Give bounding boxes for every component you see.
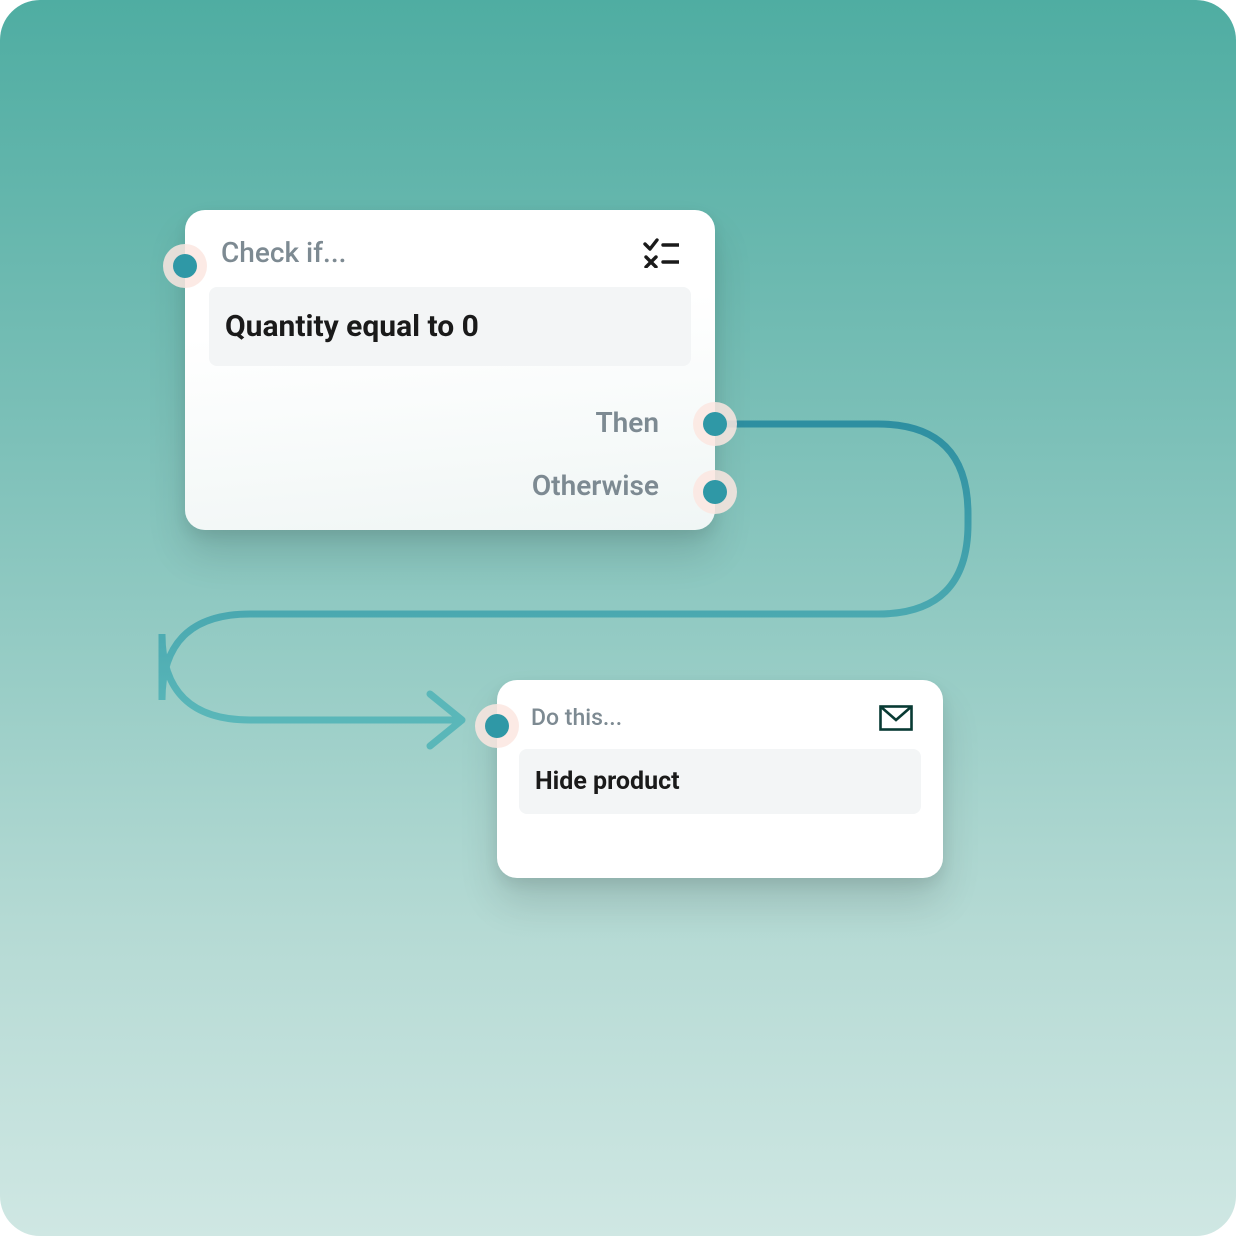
then-output-port[interactable] (693, 402, 737, 446)
checklist-icon (643, 238, 679, 268)
workflow-canvas[interactable]: Check if... Quantity equal to 0 Then Oth… (0, 0, 1236, 1236)
otherwise-output-port[interactable] (693, 470, 737, 514)
branch-labels: Then Otherwise (532, 406, 659, 502)
condition-header-label: Check if... (221, 236, 346, 269)
port-dot (485, 714, 509, 738)
action-input-port[interactable] (475, 704, 519, 748)
condition-header: Check if... (185, 210, 715, 279)
action-header-label: Do this... (531, 704, 622, 731)
flow-connector (0, 0, 1236, 1236)
action-node[interactable]: Do this... Hide product (497, 680, 943, 878)
branch-then-label: Then (595, 406, 659, 439)
port-dot (703, 480, 727, 504)
condition-input-port[interactable] (163, 244, 207, 288)
condition-node[interactable]: Check if... Quantity equal to 0 Then Oth… (185, 210, 715, 530)
port-dot (703, 412, 727, 436)
action-description[interactable]: Hide product (519, 749, 921, 814)
action-header: Do this... (497, 680, 943, 741)
branch-otherwise-label: Otherwise (532, 469, 659, 502)
port-dot (173, 254, 197, 278)
envelope-icon (879, 705, 913, 731)
condition-expression[interactable]: Quantity equal to 0 (209, 287, 691, 366)
